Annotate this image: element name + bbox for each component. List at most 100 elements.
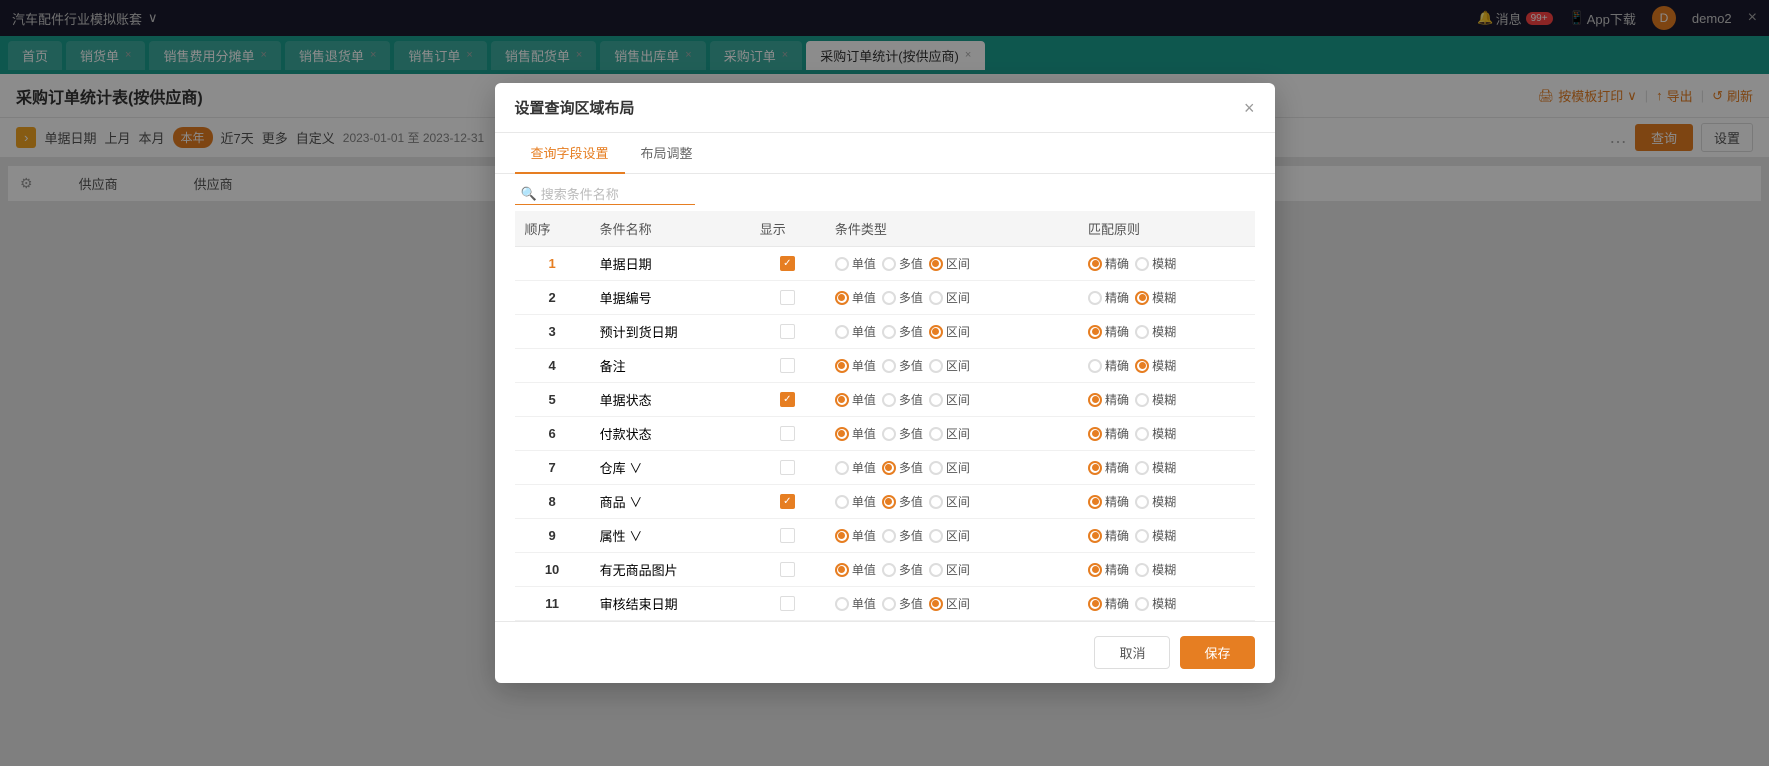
dialog-search-area: 🔍 (495, 174, 1275, 211)
td-type-3: 单值多值区间 (825, 349, 1078, 383)
td-show-7[interactable] (750, 485, 825, 519)
checkbox-8[interactable] (780, 528, 795, 543)
radio-match-8-精确[interactable]: 精确 (1088, 527, 1129, 544)
radio-type-2-区间[interactable]: 区间 (929, 323, 970, 340)
td-name-8: 属性 ∨ (590, 519, 750, 553)
radio-match-10-模糊[interactable]: 模糊 (1135, 595, 1176, 612)
radio-type-8-多值[interactable]: 多值 (882, 527, 923, 544)
checkbox-1[interactable] (780, 290, 795, 305)
radio-match-1-模糊[interactable]: 模糊 (1135, 289, 1176, 306)
radio-type-4-单值[interactable]: 单值 (835, 391, 876, 408)
dialog-table: 顺序 条件名称 显示 条件类型 匹配原则 1单据日期单值多值区间精确模糊2单据编… (515, 211, 1255, 621)
radio-match-7-模糊[interactable]: 模糊 (1135, 493, 1176, 510)
radio-match-0-模糊[interactable]: 模糊 (1135, 255, 1176, 272)
radio-match-0-精确[interactable]: 精确 (1088, 255, 1129, 272)
radio-type-2-单值[interactable]: 单值 (835, 323, 876, 340)
td-show-1[interactable] (750, 281, 825, 315)
td-show-0[interactable] (750, 247, 825, 281)
radio-type-8-单值[interactable]: 单值 (835, 527, 876, 544)
td-show-5[interactable] (750, 417, 825, 451)
radio-match-9-精确[interactable]: 精确 (1088, 561, 1129, 578)
radio-match-3-模糊[interactable]: 模糊 (1135, 357, 1176, 374)
radio-type-9-多值[interactable]: 多值 (882, 561, 923, 578)
checkbox-7[interactable] (780, 494, 795, 509)
radio-match-6-精确[interactable]: 精确 (1088, 459, 1129, 476)
td-show-4[interactable] (750, 383, 825, 417)
radio-type-6-区间[interactable]: 区间 (929, 459, 970, 476)
td-order-0: 1 (515, 247, 590, 281)
radio-type-3-区间[interactable]: 区间 (929, 357, 970, 374)
radio-type-5-多值[interactable]: 多值 (882, 425, 923, 442)
dialog-title: 设置查询区域布局 (515, 97, 635, 118)
checkbox-6[interactable] (780, 460, 795, 475)
checkbox-0[interactable] (780, 256, 795, 271)
radio-type-7-单值[interactable]: 单值 (835, 493, 876, 510)
radio-type-0-单值[interactable]: 单值 (835, 255, 876, 272)
radio-type-5-区间[interactable]: 区间 (929, 425, 970, 442)
table-row: 11审核结束日期单值多值区间精确模糊 (515, 587, 1255, 621)
radio-match-5-模糊[interactable]: 模糊 (1135, 425, 1176, 442)
radio-match-5-精确[interactable]: 精确 (1088, 425, 1129, 442)
radio-match-2-精确[interactable]: 精确 (1088, 323, 1129, 340)
checkbox-10[interactable] (780, 596, 795, 611)
radio-match-7-精确[interactable]: 精确 (1088, 493, 1129, 510)
radio-type-10-区间[interactable]: 区间 (929, 595, 970, 612)
checkbox-3[interactable] (780, 358, 795, 373)
td-show-2[interactable] (750, 315, 825, 349)
table-row: 5单据状态单值多值区间精确模糊 (515, 383, 1255, 417)
td-match-4: 精确模糊 (1078, 383, 1254, 417)
td-show-8[interactable] (750, 519, 825, 553)
radio-type-1-多值[interactable]: 多值 (882, 289, 923, 306)
radio-type-7-多值[interactable]: 多值 (882, 493, 923, 510)
radio-match-4-模糊[interactable]: 模糊 (1135, 391, 1176, 408)
radio-type-5-单值[interactable]: 单值 (835, 425, 876, 442)
radio-type-10-单值[interactable]: 单值 (835, 595, 876, 612)
radio-match-6-模糊[interactable]: 模糊 (1135, 459, 1176, 476)
search-input[interactable] (541, 187, 681, 202)
td-show-9[interactable] (750, 553, 825, 587)
radio-type-0-区间[interactable]: 区间 (929, 255, 970, 272)
save-button[interactable]: 保存 (1180, 636, 1254, 669)
checkbox-4[interactable] (780, 392, 795, 407)
td-show-3[interactable] (750, 349, 825, 383)
td-order-7: 8 (515, 485, 590, 519)
td-order-5: 6 (515, 417, 590, 451)
radio-type-6-单值[interactable]: 单值 (835, 459, 876, 476)
checkbox-5[interactable] (780, 426, 795, 441)
tab-layout-adjust[interactable]: 布局调整 (625, 133, 709, 174)
radio-type-9-单值[interactable]: 单值 (835, 561, 876, 578)
td-match-0: 精确模糊 (1078, 247, 1254, 281)
td-match-2: 精确模糊 (1078, 315, 1254, 349)
radio-match-2-模糊[interactable]: 模糊 (1135, 323, 1176, 340)
radio-type-8-区间[interactable]: 区间 (929, 527, 970, 544)
radio-type-4-区间[interactable]: 区间 (929, 391, 970, 408)
radio-type-1-单值[interactable]: 单值 (835, 289, 876, 306)
td-name-1: 单据编号 (590, 281, 750, 315)
cancel-button[interactable]: 取消 (1094, 636, 1170, 669)
radio-type-7-区间[interactable]: 区间 (929, 493, 970, 510)
radio-type-3-多值[interactable]: 多值 (882, 357, 923, 374)
radio-match-3-精确[interactable]: 精确 (1088, 357, 1129, 374)
radio-type-2-多值[interactable]: 多值 (882, 323, 923, 340)
td-show-6[interactable] (750, 451, 825, 485)
checkbox-9[interactable] (780, 562, 795, 577)
tab-query-fields[interactable]: 查询字段设置 (515, 133, 625, 174)
radio-match-8-模糊[interactable]: 模糊 (1135, 527, 1176, 544)
dialog-close-button[interactable]: × (1244, 99, 1255, 117)
radio-type-0-多值[interactable]: 多值 (882, 255, 923, 272)
checkbox-2[interactable] (780, 324, 795, 339)
radio-match-10-精确[interactable]: 精确 (1088, 595, 1129, 612)
radio-match-4-精确[interactable]: 精确 (1088, 391, 1129, 408)
td-name-2: 预计到货日期 (590, 315, 750, 349)
radio-type-9-区间[interactable]: 区间 (929, 561, 970, 578)
td-order-4: 5 (515, 383, 590, 417)
td-name-6: 仓库 ∨ (590, 451, 750, 485)
radio-type-6-多值[interactable]: 多值 (882, 459, 923, 476)
radio-type-3-单值[interactable]: 单值 (835, 357, 876, 374)
radio-type-1-区间[interactable]: 区间 (929, 289, 970, 306)
radio-type-10-多值[interactable]: 多值 (882, 595, 923, 612)
td-show-10[interactable] (750, 587, 825, 621)
radio-type-4-多值[interactable]: 多值 (882, 391, 923, 408)
radio-match-1-精确[interactable]: 精确 (1088, 289, 1129, 306)
radio-match-9-模糊[interactable]: 模糊 (1135, 561, 1176, 578)
